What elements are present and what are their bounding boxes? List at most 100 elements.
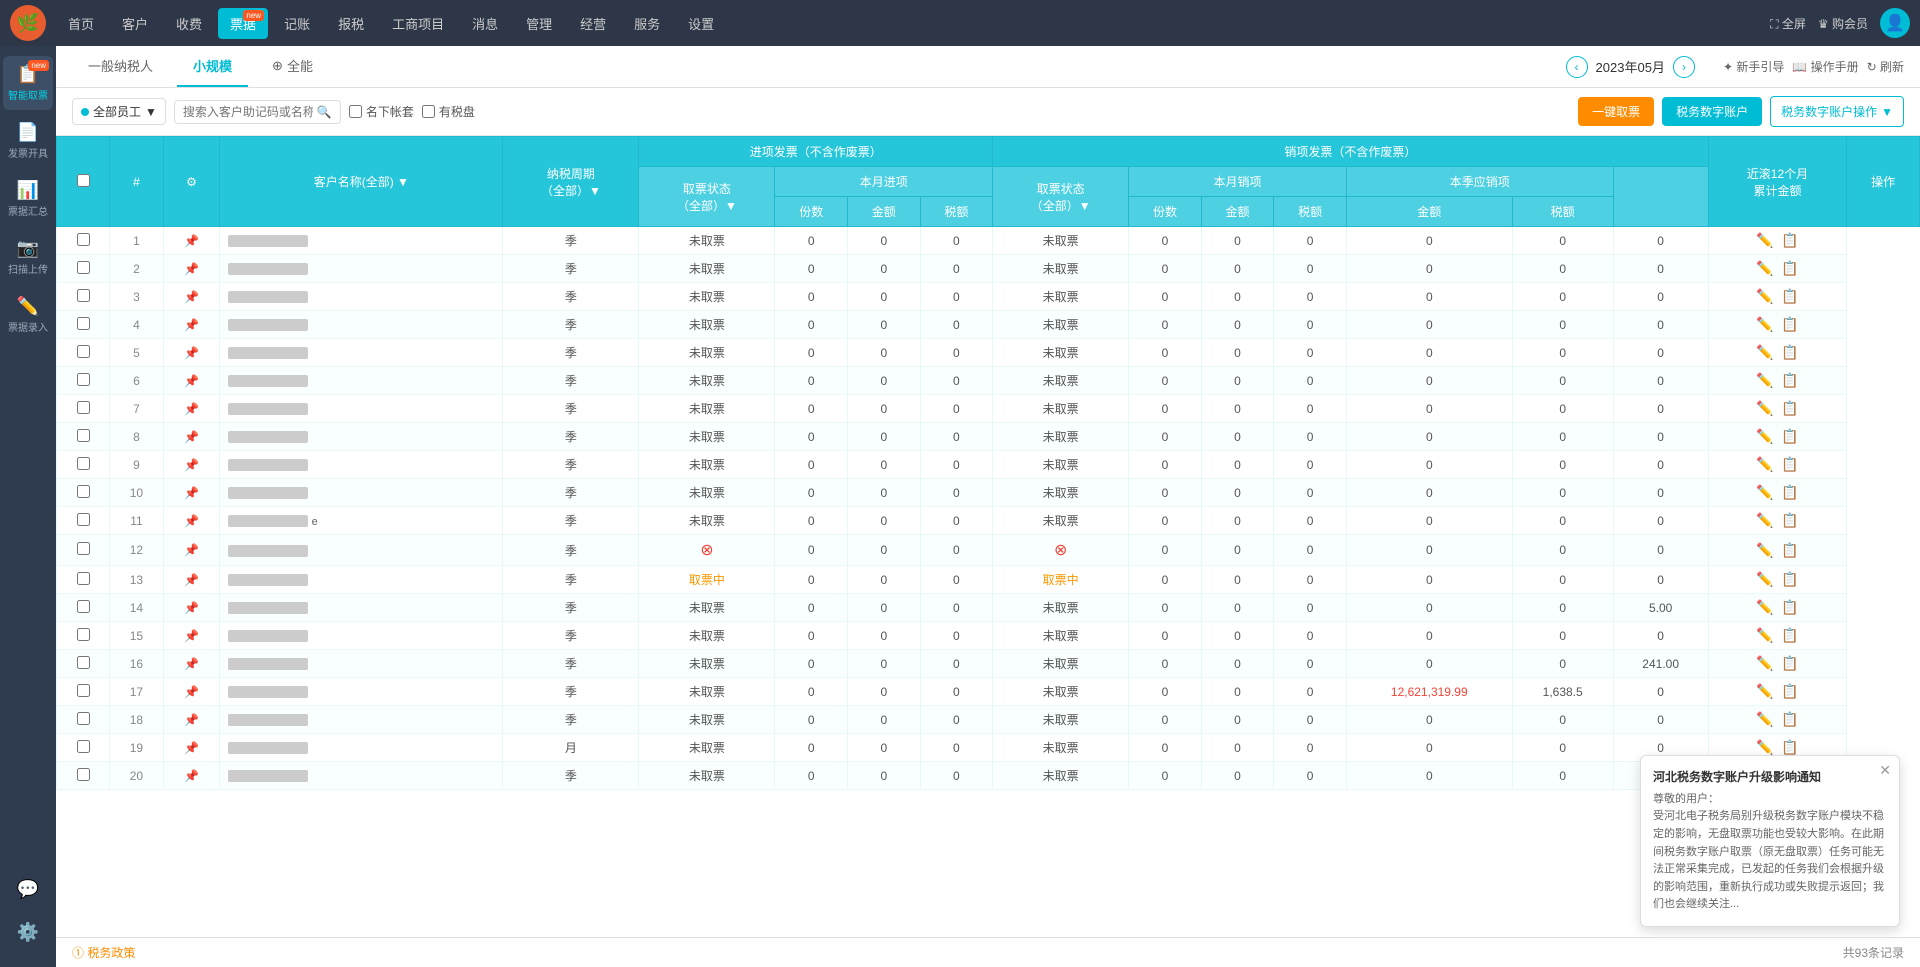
nav-operation[interactable]: 经营 xyxy=(568,8,618,39)
one-click-fetch-btn[interactable]: 一键取票 xyxy=(1578,97,1654,126)
edit-icon[interactable]: ✏️ xyxy=(1756,428,1773,444)
cell-checkbox[interactable] xyxy=(57,227,110,255)
row-checkbox[interactable] xyxy=(77,768,90,781)
row-checkbox[interactable] xyxy=(77,373,90,386)
copy-icon[interactable]: 📋 xyxy=(1781,655,1798,671)
edit-icon[interactable]: ✏️ xyxy=(1756,372,1773,388)
row-checkbox[interactable] xyxy=(77,513,90,526)
edit-icon[interactable]: ✏️ xyxy=(1756,260,1773,276)
row-checkbox[interactable] xyxy=(77,485,90,498)
row-checkbox[interactable] xyxy=(77,712,90,725)
th-settings[interactable]: ⚙ xyxy=(163,137,220,227)
avatar[interactable]: 👤 xyxy=(1880,8,1910,38)
edit-icon[interactable]: ✏️ xyxy=(1756,571,1773,587)
nav-message[interactable]: 消息 xyxy=(460,8,510,39)
row-checkbox[interactable] xyxy=(77,740,90,753)
edit-icon[interactable]: ✏️ xyxy=(1756,683,1773,699)
nav-tax[interactable]: 报税 xyxy=(326,8,376,39)
row-checkbox[interactable] xyxy=(77,600,90,613)
has-tax-check[interactable]: 有税盘 xyxy=(422,103,475,120)
cell-checkbox[interactable] xyxy=(57,594,110,622)
cell-checkbox[interactable] xyxy=(57,395,110,423)
sidebar-item-chat[interactable]: 💬 xyxy=(3,871,53,910)
cell-checkbox[interactable] xyxy=(57,479,110,507)
cell-checkbox[interactable] xyxy=(57,367,110,395)
nav-manage[interactable]: 管理 xyxy=(514,8,564,39)
select-all-checkbox[interactable] xyxy=(77,174,90,187)
sidebar-item-summary[interactable]: 📊 票据汇总 xyxy=(3,172,53,226)
edit-icon[interactable]: ✏️ xyxy=(1756,599,1773,615)
sidebar-item-scan[interactable]: 📷 扫描上传 xyxy=(3,230,53,284)
th-tax-period[interactable]: 纳税周期（全部）▼ xyxy=(503,137,639,227)
nav-home[interactable]: 首页 xyxy=(56,8,106,39)
cell-checkbox[interactable] xyxy=(57,762,110,790)
digital-ops-btn[interactable]: 税务数字账户操作 ▼ xyxy=(1770,96,1904,127)
period-next[interactable]: › xyxy=(1673,56,1695,78)
row-checkbox[interactable] xyxy=(77,317,90,330)
helper-refresh[interactable]: ↻ 刷新 xyxy=(1867,58,1904,75)
edit-icon[interactable]: ✏️ xyxy=(1756,655,1773,671)
cell-checkbox[interactable] xyxy=(57,423,110,451)
th-checkbox[interactable] xyxy=(57,137,110,227)
copy-icon[interactable]: 📋 xyxy=(1781,627,1798,643)
tab-general-taxpayer[interactable]: 一般纳税人 xyxy=(72,46,169,87)
th-out-status[interactable]: 取票状态（全部）▼ xyxy=(993,167,1129,227)
fullscreen-btn[interactable]: ⛶ 全屏 xyxy=(1770,15,1806,32)
edit-icon[interactable]: ✏️ xyxy=(1756,484,1773,500)
cell-checkbox[interactable] xyxy=(57,507,110,535)
search-icon[interactable]: 🔍 xyxy=(317,105,332,119)
cell-checkbox[interactable] xyxy=(57,566,110,594)
tab-all[interactable]: ⊕全能 xyxy=(256,46,329,87)
row-checkbox[interactable] xyxy=(77,401,90,414)
edit-icon[interactable]: ✏️ xyxy=(1756,344,1773,360)
tax-policy-link[interactable]: ① 税务政策 xyxy=(72,944,135,961)
edit-icon[interactable]: ✏️ xyxy=(1756,456,1773,472)
cell-checkbox[interactable] xyxy=(57,678,110,706)
cell-checkbox[interactable] xyxy=(57,706,110,734)
cell-checkbox[interactable] xyxy=(57,283,110,311)
search-input[interactable] xyxy=(183,105,313,119)
copy-icon[interactable]: 📋 xyxy=(1781,599,1798,615)
row-checkbox[interactable] xyxy=(77,656,90,669)
nav-business[interactable]: 工商项目 xyxy=(380,8,456,39)
row-checkbox[interactable] xyxy=(77,572,90,585)
copy-icon[interactable]: 📋 xyxy=(1781,428,1798,444)
copy-icon[interactable]: 📋 xyxy=(1781,739,1798,755)
vip-btn[interactable]: ♛ 购会员 xyxy=(1818,15,1868,32)
sub-ledger-check[interactable]: 名下帐套 xyxy=(349,103,414,120)
copy-icon[interactable]: 📋 xyxy=(1781,711,1798,727)
cell-checkbox[interactable] xyxy=(57,734,110,762)
sub-ledger-checkbox[interactable] xyxy=(349,105,362,118)
cell-checkbox[interactable] xyxy=(57,451,110,479)
edit-icon[interactable]: ✏️ xyxy=(1756,627,1773,643)
sidebar-item-smart-invoice[interactable]: 📋 智能取票 new xyxy=(3,56,53,110)
edit-icon[interactable]: ✏️ xyxy=(1756,512,1773,528)
helper-guide[interactable]: ✦ 新手引导 xyxy=(1723,58,1784,75)
nav-settings[interactable]: 设置 xyxy=(676,8,726,39)
tab-small-scale[interactable]: 小规模 xyxy=(177,46,248,87)
row-checkbox[interactable] xyxy=(77,345,90,358)
period-prev[interactable]: ‹ xyxy=(1566,56,1588,78)
edit-icon[interactable]: ✏️ xyxy=(1756,288,1773,304)
copy-icon[interactable]: 📋 xyxy=(1781,232,1798,248)
row-checkbox[interactable] xyxy=(77,684,90,697)
has-tax-checkbox[interactable] xyxy=(422,105,435,118)
nav-customer[interactable]: 客户 xyxy=(110,8,160,39)
sidebar-item-open-invoice[interactable]: 📄 发票开具 xyxy=(3,114,53,168)
row-checkbox[interactable] xyxy=(77,457,90,470)
copy-icon[interactable]: 📋 xyxy=(1781,372,1798,388)
copy-icon[interactable]: 📋 xyxy=(1781,512,1798,528)
cell-checkbox[interactable] xyxy=(57,535,110,566)
row-checkbox[interactable] xyxy=(77,261,90,274)
th-in-status[interactable]: 取票状态（全部）▼ xyxy=(639,167,775,227)
sidebar-item-entry[interactable]: ✏️ 票据录入 xyxy=(3,288,53,342)
copy-icon[interactable]: 📋 xyxy=(1781,288,1798,304)
edit-icon[interactable]: ✏️ xyxy=(1756,542,1773,558)
row-checkbox[interactable] xyxy=(77,628,90,641)
popup-close-btn[interactable]: ✕ xyxy=(1879,762,1891,779)
nav-invoice[interactable]: 票据 new xyxy=(218,8,268,39)
nav-service[interactable]: 服务 xyxy=(622,8,672,39)
helper-manual[interactable]: 📖 操作手册 xyxy=(1792,58,1858,75)
row-checkbox[interactable] xyxy=(77,429,90,442)
copy-icon[interactable]: 📋 xyxy=(1781,683,1798,699)
